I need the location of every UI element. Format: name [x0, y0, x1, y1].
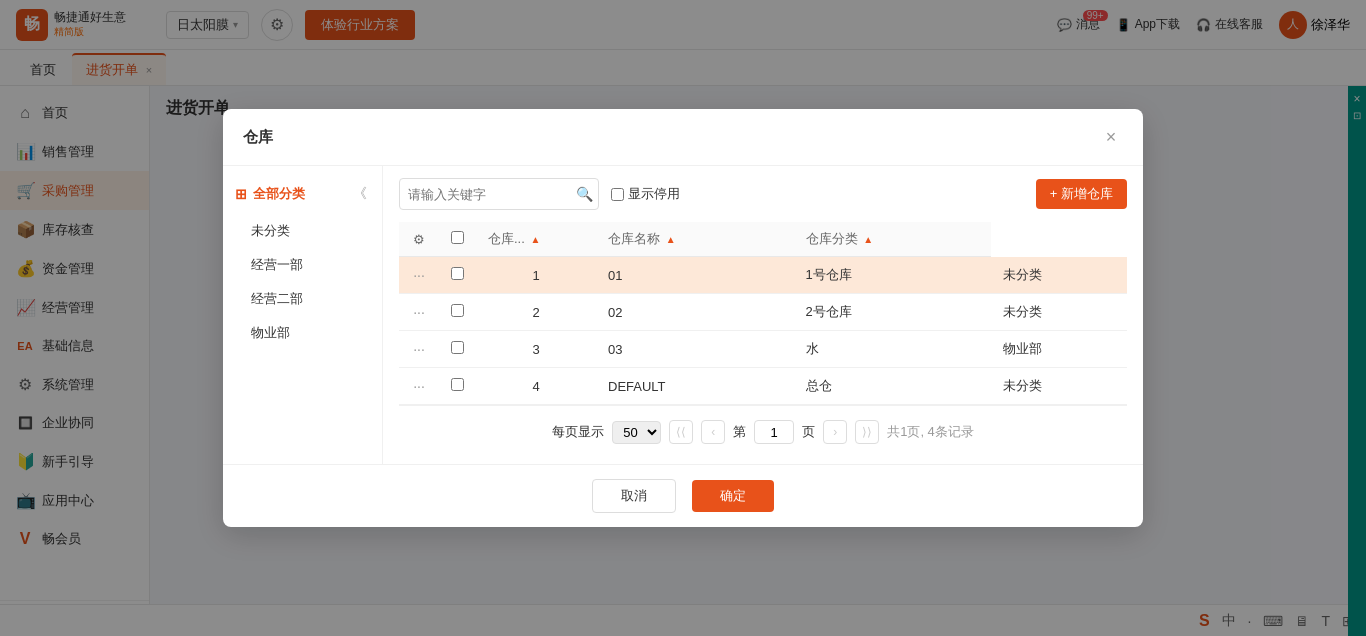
modal-overlay: 仓库 × ⊞ 全部分类 《 未分类 经营一部 经营二部 物业部 — [0, 0, 1366, 636]
row-more-3[interactable]: ··· — [399, 331, 439, 368]
search-box[interactable]: 🔍 — [399, 178, 599, 210]
category-item-3[interactable]: 物业部 — [223, 316, 382, 350]
page-number-input[interactable] — [754, 420, 794, 444]
all-categories[interactable]: ⊞ 全部分类 — [235, 185, 305, 203]
first-page-button[interactable]: ⟨⟨ — [669, 420, 693, 444]
confirm-button[interactable]: 确定 — [692, 480, 774, 512]
th-code[interactable]: 仓库... ▲ — [476, 222, 596, 257]
row-category-1: 未分类 — [991, 257, 1127, 294]
row-num-3: 3 — [476, 331, 596, 368]
th-name-label: 仓库名称 — [608, 231, 660, 246]
table-row[interactable]: ··· 3 03 水 物业部 — [399, 331, 1127, 368]
last-page-button[interactable]: ⟩⟩ — [855, 420, 879, 444]
toolbar: 🔍 显示停用 + 新增仓库 — [399, 178, 1127, 210]
row-check-2[interactable] — [439, 294, 476, 331]
table-container: ⚙ 仓库... ▲ 仓库名称 ▲ — [399, 222, 1127, 405]
prev-page-button[interactable]: ‹ — [701, 420, 725, 444]
per-page-select[interactable]: 50 — [612, 421, 661, 444]
page-suffix: 页 — [802, 423, 815, 441]
cancel-button[interactable]: 取消 — [592, 479, 676, 513]
category-item-unclassified[interactable]: 未分类 — [223, 214, 382, 248]
sort-category-icon: ▲ — [863, 234, 873, 245]
row-check[interactable] — [439, 257, 476, 294]
table-row[interactable]: ··· 2 02 2号仓库 未分类 — [399, 294, 1127, 331]
search-input[interactable] — [408, 187, 576, 202]
table-row[interactable]: ··· 1 01 1号仓库 未分类 — [399, 257, 1127, 294]
modal-close-button[interactable]: × — [1099, 125, 1123, 149]
show-disabled-label[interactable]: 显示停用 — [611, 185, 680, 203]
th-gear[interactable]: ⚙ — [399, 222, 439, 257]
row-name-1: 1号仓库 — [794, 257, 992, 294]
th-category[interactable]: 仓库分类 ▲ — [794, 222, 992, 257]
more-icon-3[interactable]: ··· — [413, 341, 425, 357]
add-warehouse-button[interactable]: + 新增仓库 — [1036, 179, 1127, 209]
row-checkbox-2[interactable] — [451, 304, 464, 317]
sort-name-icon: ▲ — [666, 234, 676, 245]
row-name-2: 2号仓库 — [794, 294, 992, 331]
row-code-1: 01 — [596, 257, 794, 294]
table-panel: 🔍 显示停用 + 新增仓库 ⚙ — [383, 166, 1143, 464]
more-icon[interactable]: ··· — [413, 267, 425, 283]
warehouse-table: ⚙ 仓库... ▲ 仓库名称 ▲ — [399, 222, 1127, 405]
warehouse-modal: 仓库 × ⊞ 全部分类 《 未分类 经营一部 经营二部 物业部 — [223, 109, 1143, 527]
modal-title: 仓库 — [243, 128, 273, 147]
category-panel: ⊞ 全部分类 《 未分类 经营一部 经营二部 物业部 — [223, 166, 383, 464]
th-name[interactable]: 仓库名称 ▲ — [596, 222, 794, 257]
pagination: 每页显示 50 ⟨⟨ ‹ 第 页 › ⟩⟩ 共1页, 4条记录 — [399, 405, 1127, 452]
row-checkbox-3[interactable] — [451, 341, 464, 354]
row-code-4: DEFAULT — [596, 368, 794, 405]
th-category-label: 仓库分类 — [806, 231, 858, 246]
row-category-4: 未分类 — [991, 368, 1127, 405]
row-check-3[interactable] — [439, 331, 476, 368]
more-icon-2[interactable]: ··· — [413, 304, 425, 320]
category-header: ⊞ 全部分类 《 — [223, 178, 382, 214]
show-disabled-text: 显示停用 — [628, 185, 680, 203]
all-categories-label: 全部分类 — [253, 185, 305, 203]
modal-body: ⊞ 全部分类 《 未分类 经营一部 经营二部 物业部 🔍 — [223, 166, 1143, 464]
row-code-3: 03 — [596, 331, 794, 368]
category-collapse-button[interactable]: 《 — [350, 184, 370, 204]
table-row[interactable]: ··· 4 DEFAULT 总仓 未分类 — [399, 368, 1127, 405]
table-header-row: ⚙ 仓库... ▲ 仓库名称 ▲ — [399, 222, 1127, 257]
row-name-3: 水 — [794, 331, 992, 368]
sort-code-icon: ▲ — [530, 234, 540, 245]
row-name-4: 总仓 — [794, 368, 992, 405]
row-more[interactable]: ··· — [399, 257, 439, 294]
show-disabled-checkbox[interactable] — [611, 188, 624, 201]
row-check-4[interactable] — [439, 368, 476, 405]
category-item-2[interactable]: 经营二部 — [223, 282, 382, 316]
row-num-2: 2 — [476, 294, 596, 331]
row-category-2: 未分类 — [991, 294, 1127, 331]
row-more-4[interactable]: ··· — [399, 368, 439, 405]
row-category-3: 物业部 — [991, 331, 1127, 368]
row-checkbox-4[interactable] — [451, 378, 464, 391]
th-code-label: 仓库... — [488, 231, 525, 246]
row-code-2: 02 — [596, 294, 794, 331]
row-num-1: 1 — [476, 257, 596, 294]
row-checkbox-1[interactable] — [451, 267, 464, 280]
total-info: 共1页, 4条记录 — [887, 423, 974, 441]
modal-footer: 取消 确定 — [223, 464, 1143, 527]
search-icon[interactable]: 🔍 — [576, 186, 593, 202]
page-label: 第 — [733, 423, 746, 441]
select-all-checkbox[interactable] — [451, 231, 464, 244]
row-num-4: 4 — [476, 368, 596, 405]
more-icon-4[interactable]: ··· — [413, 378, 425, 394]
grid-icon: ⊞ — [235, 186, 247, 202]
category-item-1[interactable]: 经营一部 — [223, 248, 382, 282]
next-page-button[interactable]: › — [823, 420, 847, 444]
th-check[interactable] — [439, 222, 476, 257]
row-more-2[interactable]: ··· — [399, 294, 439, 331]
modal-header: 仓库 × — [223, 109, 1143, 166]
per-page-label: 每页显示 — [552, 423, 604, 441]
